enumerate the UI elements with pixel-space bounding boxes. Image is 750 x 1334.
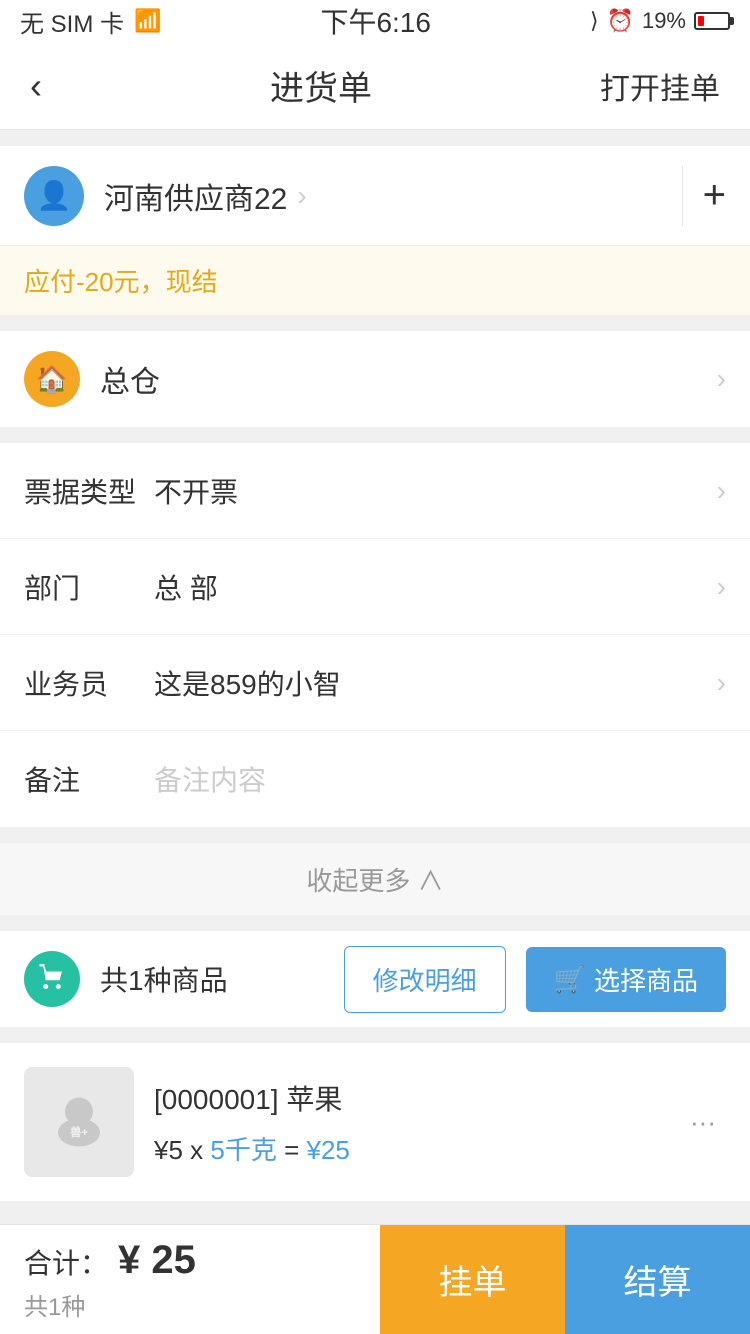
cart-icon: 🛒: [554, 964, 586, 995]
product-name: [0000001] 苹果: [154, 1078, 660, 1118]
form-card: 票据类型 不开票 › 部门 总 部 › 业务员 这是859的小智 › 备注 备注…: [0, 443, 750, 827]
product-info: [0000001] 苹果 ¥5 x 5千克 = ¥25: [154, 1078, 660, 1167]
product-thumbnail: 兽+: [24, 1067, 134, 1177]
product-id: [0000001]: [154, 1084, 286, 1115]
supplier-selector[interactable]: 👤 河南供应商22 ›: [24, 166, 662, 226]
product-thumb-icon: 兽+: [44, 1087, 114, 1157]
page-title: 进货单: [270, 61, 372, 110]
alarm-icon: ⏰: [607, 8, 634, 34]
svg-text:兽+: 兽+: [70, 1125, 88, 1139]
warehouse-icon: 🏠: [24, 351, 80, 407]
total-amount: ¥ 25: [118, 1238, 196, 1283]
remark-row[interactable]: 备注 备注内容: [0, 731, 750, 827]
warehouse-row[interactable]: 🏠 总仓 ›: [0, 331, 750, 427]
warehouse-card[interactable]: 🏠 总仓 ›: [0, 331, 750, 427]
remark-placeholder: 备注内容: [144, 759, 726, 799]
invoice-type-label: 票据类型: [24, 471, 144, 511]
add-button[interactable]: +: [703, 173, 726, 218]
salesperson-label: 业务员: [24, 663, 144, 703]
status-right: ⟩ ⏰ 19%: [590, 8, 730, 34]
products-header: 共1种商品 修改明细 🛒 选择商品: [0, 931, 750, 1027]
total-count: 共1种: [24, 1287, 356, 1322]
settle-button[interactable]: 结算: [565, 1225, 750, 1334]
hang-button[interactable]: 挂单: [380, 1225, 565, 1334]
department-label: 部门: [24, 567, 144, 607]
chevron-right-icon: ›: [717, 667, 726, 699]
vertical-divider: [682, 166, 683, 226]
select-product-button[interactable]: 🛒 选择商品: [526, 947, 726, 1012]
nav-bar: ‹ 进货单 打开挂单: [0, 42, 750, 130]
chevron-right-icon: ›: [717, 475, 726, 507]
edit-detail-button[interactable]: 修改明细: [344, 946, 506, 1013]
products-icon: [24, 951, 80, 1007]
remark-label: 备注: [24, 759, 144, 799]
select-product-label: 选择商品: [594, 961, 698, 998]
status-time: 下午6:16: [320, 1, 431, 41]
main-content: 👤 河南供应商22 › + 应付-20元，现结 🏠 总仓 › 票据类型 不开票 …: [0, 146, 750, 1331]
equals: =: [284, 1135, 306, 1165]
battery-icon: [694, 12, 730, 30]
chevron-right-icon: ›: [717, 363, 726, 395]
salesperson-row[interactable]: 业务员 这是859的小智 ›: [0, 635, 750, 731]
location-icon: ⟩: [590, 8, 599, 34]
sim-label: 无 SIM 卡: [20, 4, 124, 39]
supplier-name: 河南供应商22: [104, 174, 287, 218]
salesperson-value: 这是859的小智: [144, 663, 707, 703]
back-button[interactable]: ‹: [30, 65, 42, 107]
total-label: 合计：: [24, 1242, 108, 1282]
unit-price: ¥5 x: [154, 1135, 210, 1165]
chevron-right-icon: ›: [717, 571, 726, 603]
department-value: 总 部: [144, 567, 707, 607]
supplier-card: 👤 河南供应商22 › + 应付-20元，现结: [0, 146, 750, 315]
supplier-row: 👤 河南供应商22 › +: [0, 146, 750, 246]
supplier-avatar: 👤: [24, 166, 84, 226]
department-row[interactable]: 部门 总 部 ›: [0, 539, 750, 635]
open-hang-button[interactable]: 打开挂单: [600, 64, 720, 108]
product-title: 苹果: [286, 1084, 342, 1115]
invoice-type-row[interactable]: 票据类型 不开票 ›: [0, 443, 750, 539]
total-price: ¥25: [307, 1135, 350, 1165]
battery-percent: 19%: [642, 8, 686, 34]
products-count: 共1种商品: [100, 959, 324, 999]
status-left: 无 SIM 卡 📶: [20, 4, 161, 39]
warehouse-name: 总仓: [100, 357, 707, 401]
collapse-button[interactable]: 收起更多 ∧: [0, 843, 750, 915]
product-price: ¥5 x 5千克 = ¥25: [154, 1130, 660, 1167]
total-section: 合计： ¥ 25 共1种: [0, 1225, 380, 1334]
more-button[interactable]: ···: [680, 1097, 726, 1148]
payment-notice: 应付-20元，现结: [0, 246, 750, 315]
total-row: 合计： ¥ 25: [24, 1238, 356, 1283]
bottom-bar: 合计： ¥ 25 共1种 挂单 结算: [0, 1224, 750, 1334]
products-section: 共1种商品 修改明细 🛒 选择商品 兽+ [0000001] 苹果: [0, 931, 750, 1201]
avatar-icon: 👤: [37, 179, 72, 212]
collapse-label: 收起更多 ∧: [306, 861, 443, 898]
status-bar: 无 SIM 卡 📶 下午6:16 ⟩ ⏰ 19%: [0, 0, 750, 42]
invoice-type-value: 不开票: [144, 471, 707, 511]
wifi-icon: 📶: [134, 8, 161, 34]
chevron-right-icon: ›: [297, 180, 306, 212]
quantity: 5千克: [210, 1135, 276, 1165]
product-item: 兽+ [0000001] 苹果 ¥5 x 5千克 = ¥25 ···: [0, 1043, 750, 1201]
